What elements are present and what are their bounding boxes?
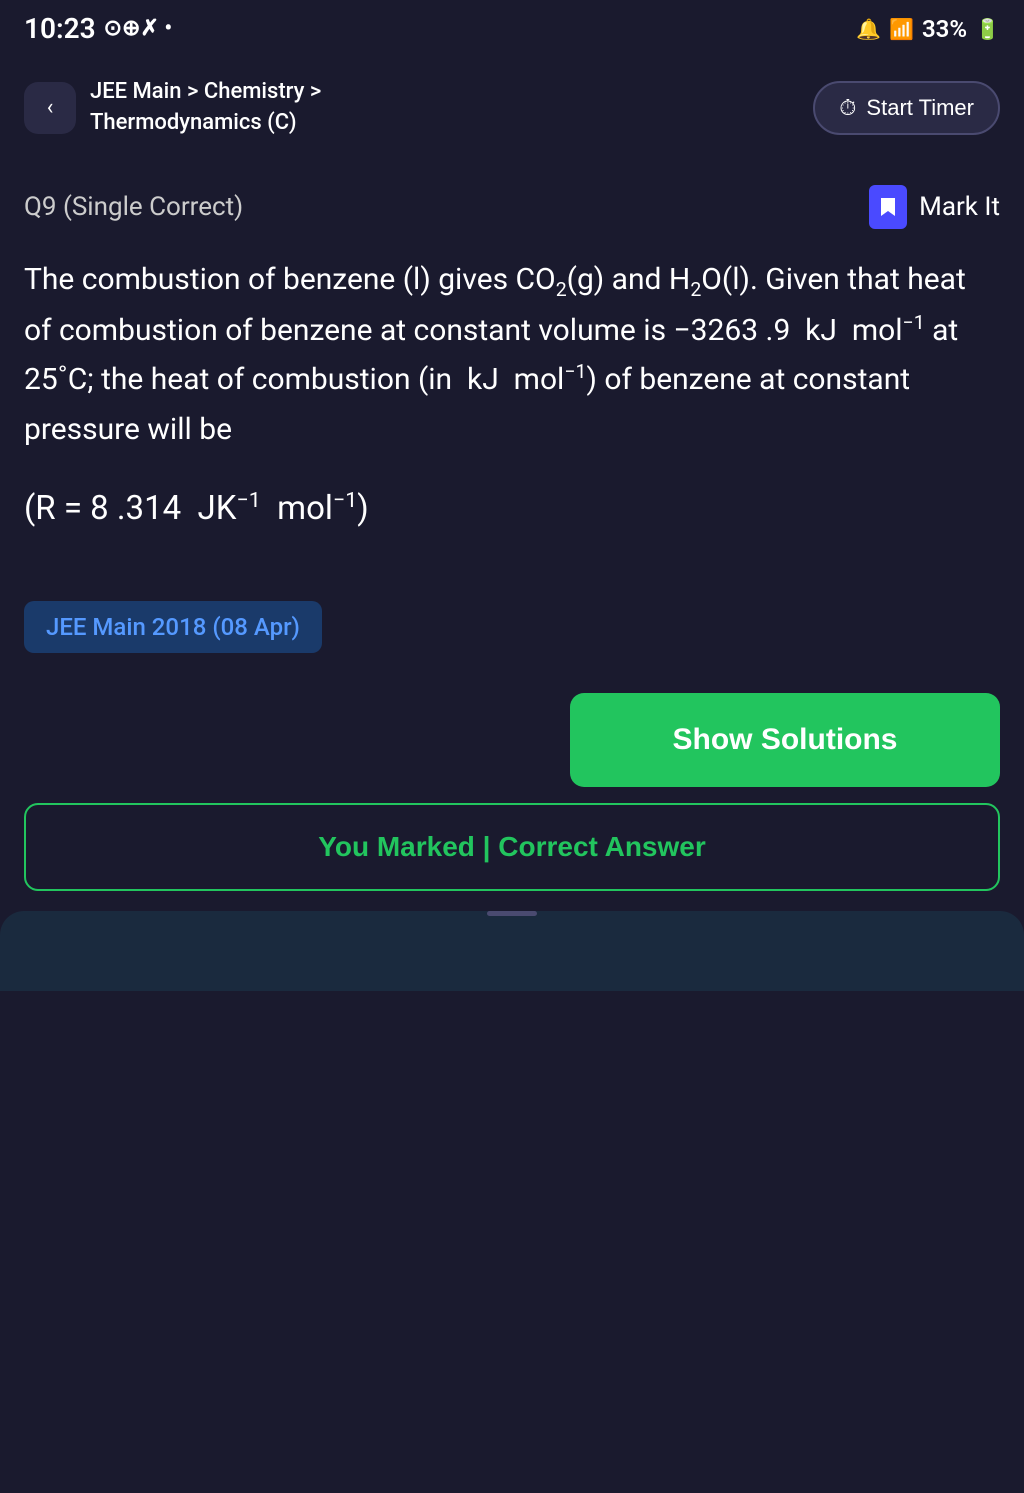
question-meta: Q9 (Single Correct) Mark It	[0, 165, 1024, 239]
back-icon: ‹	[47, 95, 54, 120]
formula-block: (R = 8 .314 JK−1 mol−1)	[24, 482, 1000, 536]
alarm-icon: 🔔	[856, 17, 881, 41]
status-time: 10:23 ⊙⊕✗ •	[24, 12, 172, 45]
mark-it-label: Mark It	[919, 192, 1000, 222]
bookmark-icon	[869, 185, 907, 229]
breadcrumb: JEE Main > Chemistry > Thermodynamics (C…	[90, 77, 321, 139]
timer-icon: ⏱	[839, 95, 856, 121]
start-timer-label: Start Timer	[866, 95, 974, 121]
battery-icon: 🔋	[975, 17, 1000, 41]
status-right: 🔔 📶 33% 🔋	[856, 15, 1000, 43]
nav-bar: ‹ JEE Main > Chemistry > Thermodynamics …	[0, 61, 1024, 155]
show-solutions-button[interactable]: Show Solutions	[570, 693, 1000, 787]
back-button[interactable]: ‹	[24, 82, 76, 134]
tag-badge: JEE Main 2018 (08 Apr)	[0, 577, 1024, 683]
question-label: Q9 (Single Correct)	[24, 192, 243, 222]
question-content: The combustion of benzene (l) gives CO2(…	[0, 239, 1024, 577]
battery-percent: 33%	[922, 15, 967, 43]
wifi-icon: 📶	[889, 17, 914, 41]
question-text: The combustion of benzene (l) gives CO2(…	[24, 255, 1000, 455]
start-timer-button[interactable]: ⏱ Start Timer	[813, 81, 1000, 135]
status-bar: 10:23 ⊙⊕✗ • 🔔 📶 33% 🔋	[0, 0, 1024, 53]
bottom-sheet-peek	[0, 911, 1024, 991]
status-icons: ⊙⊕✗ •	[104, 16, 173, 41]
show-solutions-wrapper: Show Solutions	[0, 683, 1024, 803]
you-marked-button[interactable]: You Marked | Correct Answer	[24, 803, 1000, 891]
mark-it-button[interactable]: Mark It	[869, 185, 1000, 229]
nav-left: ‹ JEE Main > Chemistry > Thermodynamics …	[24, 77, 321, 139]
